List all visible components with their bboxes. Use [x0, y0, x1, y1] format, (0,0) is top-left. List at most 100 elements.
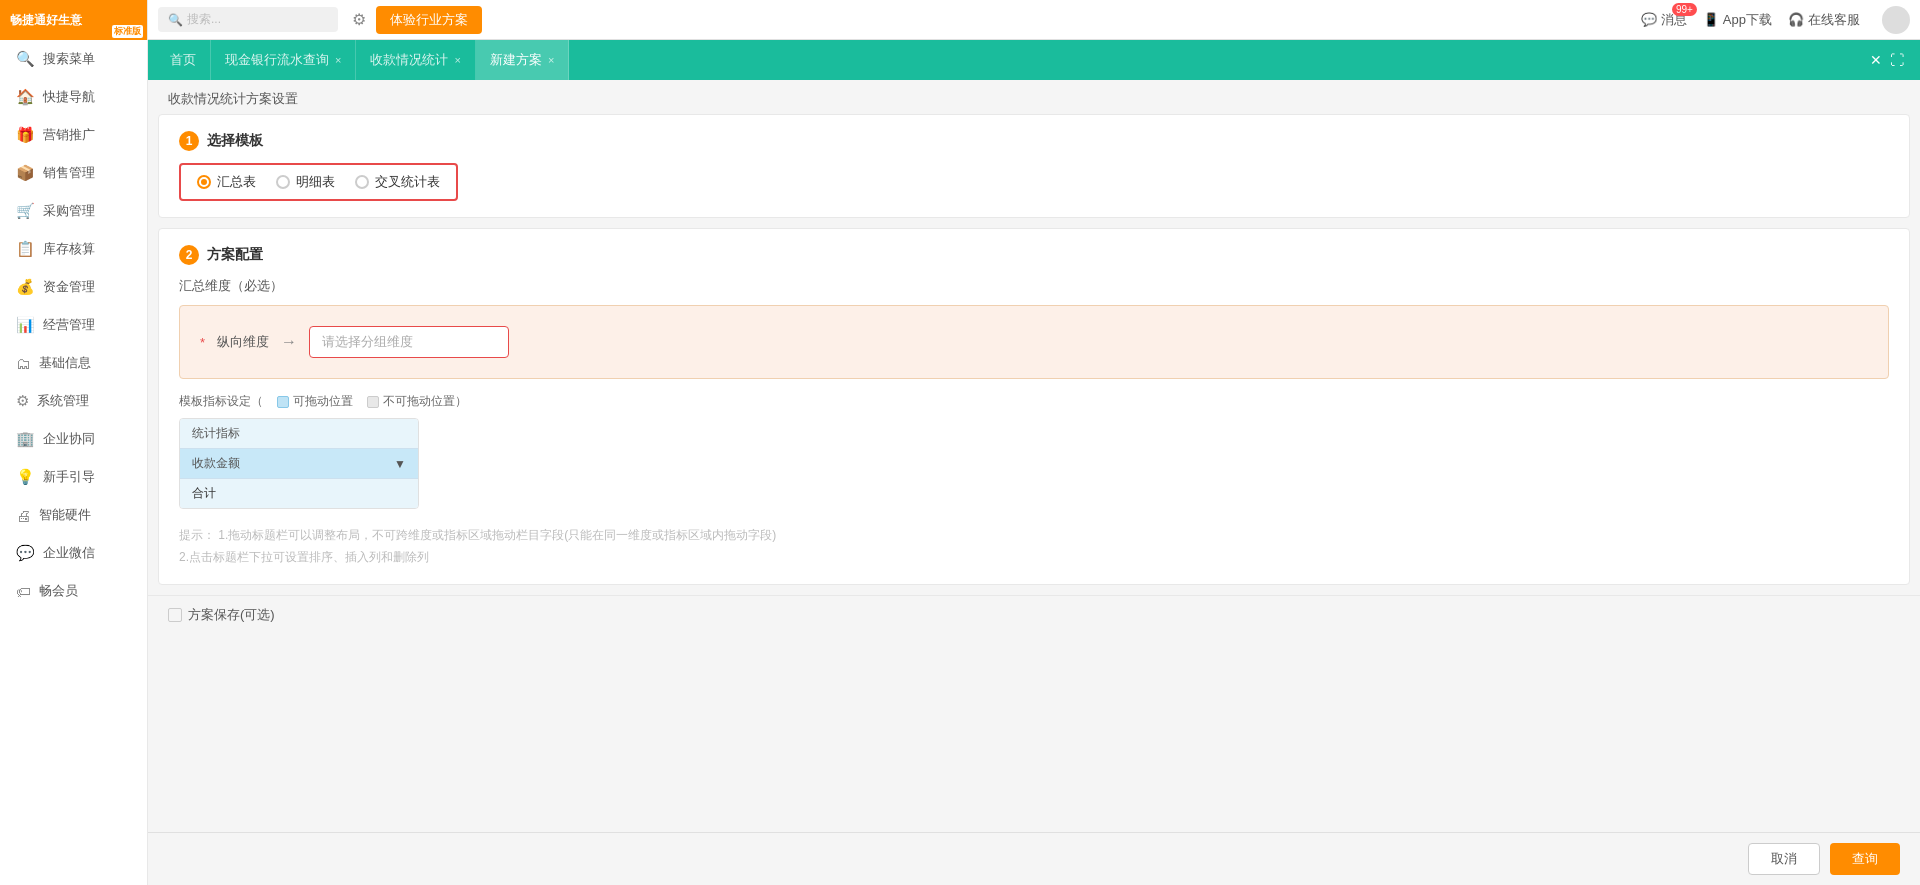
sidebar-item-purchase[interactable]: 🛒采购管理 [0, 192, 147, 230]
purchase-label: 采购管理 [43, 202, 95, 220]
tab-bar-actions: ✕ ⛶ [1870, 52, 1912, 68]
sidebar-item-quick-nav[interactable]: 🏠 快捷导航 [0, 78, 147, 116]
quick-nav-label: 快捷导航 [43, 88, 95, 106]
metrics-section: 模板指标设定（ 可拖动位置 不可拖动位置） 统计指标 收款金 [179, 393, 1889, 509]
tab-collection-stat[interactable]: 收款情况统计× [356, 40, 475, 80]
bottom-bar: 取消 查询 [148, 832, 1920, 885]
tab-label-new-scheme: 新建方案 [490, 51, 542, 69]
marketing-label: 营销推广 [43, 126, 95, 144]
radio-cross[interactable]: 交叉统计表 [355, 173, 440, 191]
radio-detail-label: 明细表 [296, 173, 335, 191]
tab-close-collection-stat[interactable]: × [454, 54, 460, 66]
sidebar-item-member[interactable]: 🏷 畅会员 [0, 572, 147, 610]
hint-section: 提示： 1.拖动标题栏可以调整布局，不可跨维度或指标区域拖动栏目字段(只能在同一… [179, 525, 1889, 568]
page-footer: 方案保存(可选) [148, 595, 1920, 634]
save-label: 方案保存(可选) [188, 606, 275, 624]
hint1: 提示： 1.拖动标题栏可以调整布局，不可跨维度或指标区域拖动栏目字段(只能在同一… [179, 525, 1889, 547]
tab-home[interactable]: 首页 [156, 40, 211, 80]
metric-total-label: 合计 [192, 486, 216, 500]
tab-bank-flow[interactable]: 现金银行流水查询× [211, 40, 356, 80]
sidebar-item-operations[interactable]: 📊经营管理 [0, 306, 147, 344]
radio-summary[interactable]: 汇总表 [197, 173, 256, 191]
query-button[interactable]: 查询 [1830, 843, 1900, 875]
sidebar-item-inventory[interactable]: 📋库存核算 [0, 230, 147, 268]
member-icon: 🏷 [16, 583, 31, 600]
close-window-icon[interactable]: ✕ [1870, 52, 1882, 68]
finance-icon: 💰 [16, 278, 35, 296]
notification-badge: 99+ [1672, 3, 1697, 16]
draggable-label: 可拖动位置 [293, 393, 353, 410]
guide-icon: 💡 [16, 468, 35, 486]
operations-label: 经营管理 [43, 316, 95, 334]
not-draggable-legend: 不可拖动位置） [367, 393, 467, 410]
download-item[interactable]: 📱 App下载 [1703, 11, 1772, 29]
page-content: 收款情况统计方案设置 1 选择模板 汇总表 明细表 交叉统计表 [148, 80, 1920, 832]
not-draggable-legend-icon [367, 396, 379, 408]
draggable-legend: 可拖动位置 [277, 393, 353, 410]
metrics-table-header: 统计指标 [180, 419, 418, 449]
metric-col-header[interactable]: 收款金额 ▼ [180, 449, 418, 479]
not-draggable-label: 不可拖动位置） [383, 393, 467, 410]
sidebar-item-sales[interactable]: 📦销售管理 [0, 154, 147, 192]
tab-close-new-scheme[interactable]: × [548, 54, 554, 66]
sidebar-item-wechat[interactable]: 💬企业微信 [0, 534, 147, 572]
basic-info-icon: 🗂 [16, 355, 31, 372]
step1-num: 1 [179, 131, 199, 151]
sidebar-item-enterprise[interactable]: 🏢企业协同 [0, 420, 147, 458]
sidebar-item-marketing[interactable]: 🎁营销推广 [0, 116, 147, 154]
sidebar-item-guide[interactable]: 💡新手引导 [0, 458, 147, 496]
step2-num: 2 [179, 245, 199, 265]
search-menu-label: 搜索菜单 [43, 50, 95, 68]
step2-label: 方案配置 [207, 246, 263, 264]
settings-icon[interactable]: ⚙ [352, 10, 366, 29]
sidebar-item-basic-info[interactable]: 🗂 基础信息 [0, 344, 147, 382]
hardware-icon: 🖨 [16, 507, 31, 524]
basic-info-label: 基础信息 [39, 354, 91, 372]
dimension-select[interactable]: 请选择分组维度 [309, 326, 509, 358]
sidebar-item-search-menu[interactable]: 🔍搜索菜单 [0, 40, 147, 78]
enterprise-label: 企业协同 [43, 430, 95, 448]
metric-col-chevron[interactable]: ▼ [394, 457, 406, 471]
trial-button[interactable]: 体验行业方案 [376, 6, 482, 34]
system-icon: ⚙ [16, 392, 29, 410]
sidebar-item-finance[interactable]: 💰 资金管理 [0, 268, 147, 306]
inventory-icon: 📋 [16, 240, 35, 258]
step1-label: 选择模板 [207, 132, 263, 150]
search-box[interactable]: 🔍 搜索... [158, 7, 338, 32]
maximize-icon[interactable]: ⛶ [1890, 52, 1904, 68]
metric-total-row: 合计 [180, 479, 418, 508]
radio-cross-circle [355, 175, 369, 189]
summary-dim-label: 汇总维度（必选） [179, 277, 1889, 295]
service-label: 在线客服 [1808, 11, 1860, 29]
sidebar: 畅捷通好生意 标准版 🔍搜索菜单 🏠 快捷导航 🎁营销推广📦销售管理🛒采购管理📋库存核… [0, 0, 148, 885]
user-avatar[interactable] [1882, 6, 1910, 34]
sidebar-item-system[interactable]: ⚙ 系统管理 [0, 382, 147, 420]
tab-label-home: 首页 [170, 51, 196, 69]
section-step2: 2 方案配置 汇总维度（必选） * 纵向维度 → 请选择分组维度 模板指标设定（ [158, 228, 1910, 585]
system-label: 系统管理 [37, 392, 89, 410]
member-label: 畅会员 [39, 582, 78, 600]
quick-nav-icon: 🏠 [16, 88, 35, 106]
finance-label: 资金管理 [43, 278, 95, 296]
sidebar-item-hardware[interactable]: 🖨智能硬件 [0, 496, 147, 534]
search-placeholder: 搜索... [187, 11, 221, 28]
radio-detail[interactable]: 明细表 [276, 173, 335, 191]
hint2: 2.点击标题栏下拉可设置排序、插入列和删除列 [179, 547, 1889, 569]
service-icon: 🎧 [1788, 12, 1804, 27]
save-checkbox[interactable] [168, 608, 182, 622]
sidebar-logo: 畅捷通好生意 标准版 [0, 0, 147, 40]
metrics-table: 统计指标 收款金额 ▼ 合计 [179, 418, 419, 509]
logo-text: 畅捷通好生意 [10, 12, 82, 29]
metrics-label: 模板指标设定（ [179, 393, 263, 410]
tab-new-scheme[interactable]: 新建方案 × [476, 40, 569, 80]
topbar: 🔍 搜索... ⚙ 体验行业方案 💬 消息 99+ 📱 App下载 🎧 在线客服 [148, 0, 1920, 40]
vertical-dim-label: 纵向维度 [217, 333, 269, 351]
cancel-button[interactable]: 取消 [1748, 843, 1820, 875]
tab-close-bank-flow[interactable]: × [335, 54, 341, 66]
service-item[interactable]: 🎧 在线客服 [1788, 11, 1860, 29]
main-area: 🔍 搜索... ⚙ 体验行业方案 💬 消息 99+ 📱 App下载 🎧 在线客服… [148, 0, 1920, 885]
template-options: 汇总表 明细表 交叉统计表 [179, 163, 458, 201]
notification-item[interactable]: 💬 消息 99+ [1641, 11, 1687, 29]
edition-badge: 标准版 [112, 25, 143, 38]
wechat-icon: 💬 [16, 544, 35, 562]
